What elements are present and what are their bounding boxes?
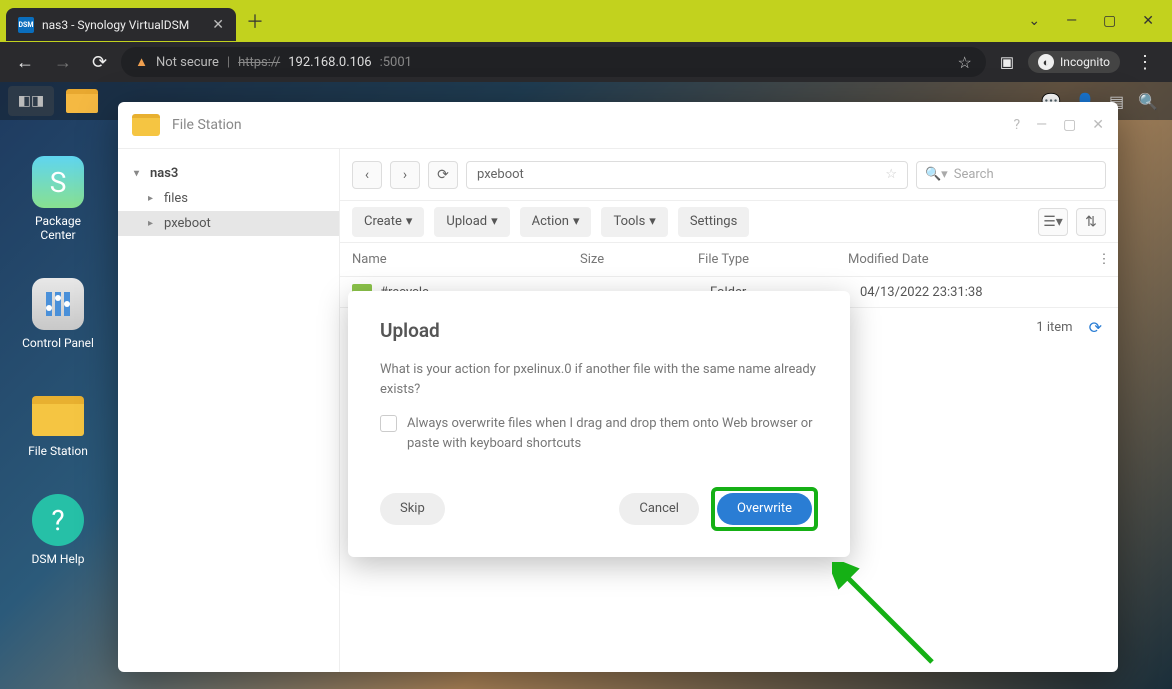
path-star-icon[interactable]: ☆	[885, 167, 897, 182]
new-tab-button[interactable]: ＋	[246, 8, 264, 34]
view-sort-icon[interactable]: ⇅	[1076, 208, 1106, 236]
path-text: pxeboot	[477, 167, 524, 182]
url-port: :5001	[380, 55, 412, 70]
dock-dsm-help[interactable]: ? DSM Help	[18, 494, 98, 566]
dock-label: Control Panel	[22, 336, 94, 350]
col-type[interactable]: File Type	[698, 252, 848, 267]
nav-reload-icon[interactable]: ⟳	[86, 52, 113, 73]
url-host: 192.168.0.106	[288, 55, 371, 70]
window-app-icon	[132, 114, 160, 136]
tab-title: nas3 - Synology VirtualDSM	[42, 18, 189, 32]
tree-root[interactable]: ▾nas3	[118, 161, 339, 186]
skip-button[interactable]: Skip	[380, 493, 445, 525]
cell-date: 04/13/2022 23:31:38	[860, 285, 1118, 300]
overwrite-button[interactable]: Overwrite	[717, 493, 812, 525]
dsm-taskbar-filestation-icon[interactable]	[66, 89, 98, 113]
tab-favicon: DSM	[18, 17, 34, 33]
dock-package-center[interactable]: S Package Center	[18, 156, 98, 242]
column-headers: Name Size File Type Modified Date ⋮	[340, 243, 1118, 277]
nav-forward-button[interactable]: ›	[390, 161, 420, 189]
dock-control-panel[interactable]: Control Panel	[18, 278, 98, 350]
address-bar[interactable]: ▲ Not secure | https:// 192.168.0.106 :5…	[121, 47, 986, 77]
window-maximize-icon[interactable]: ▢	[1103, 13, 1116, 29]
browser-menu-icon[interactable]: ⋮	[1128, 52, 1162, 73]
nav-back-button[interactable]: ‹	[352, 161, 382, 189]
cancel-button[interactable]: Cancel	[619, 493, 699, 525]
footer-reload-icon[interactable]: ⟳	[1089, 318, 1102, 337]
window-minimize-icon[interactable]: —	[1066, 13, 1077, 29]
package-center-icon: S	[32, 156, 84, 208]
tools-button[interactable]: Tools▾	[601, 207, 667, 237]
tab-close-icon[interactable]: ✕	[212, 17, 224, 33]
panel-icon[interactable]: ▣	[994, 53, 1020, 71]
file-station-icon	[32, 386, 84, 438]
upload-dialog: Upload What is your action for pxelinux.…	[348, 291, 850, 557]
tree-item-pxeboot[interactable]: ▸pxeboot	[118, 211, 339, 236]
folder-tree: ▾nas3 ▸files ▸pxeboot	[118, 149, 340, 672]
file-station-window: File Station ? — ▢ ✕ ▾nas3 ▸files ▸pxebo…	[118, 102, 1118, 672]
incognito-icon: ◐	[1038, 54, 1054, 70]
dialog-message: What is your action for pxelinux.0 if an…	[380, 360, 818, 400]
dsm-apps-icon[interactable]: ◧◨	[8, 86, 54, 116]
settings-button[interactable]: Settings	[678, 207, 749, 237]
tray-search-icon[interactable]: 🔍	[1138, 92, 1158, 111]
incognito-badge[interactable]: ◐ Incognito	[1028, 51, 1120, 73]
warning-icon: ▲	[135, 54, 148, 70]
nav-forward-icon: →	[48, 52, 78, 73]
path-field[interactable]: pxeboot ☆	[466, 161, 908, 189]
tree-item-files[interactable]: ▸files	[118, 186, 339, 211]
col-date[interactable]: Modified Date	[848, 252, 1090, 267]
upload-button[interactable]: Upload▾	[434, 207, 509, 237]
window-maximize-icon[interactable]: ▢	[1063, 117, 1076, 133]
search-placeholder: Search	[954, 167, 994, 182]
window-close-icon[interactable]: ✕	[1092, 117, 1104, 133]
search-icon: 🔍▾	[925, 167, 948, 182]
url-scheme: https://	[238, 55, 280, 70]
window-minimize-icon[interactable]: —	[1036, 117, 1047, 133]
dialog-title: Upload	[380, 319, 818, 342]
incognito-label: Incognito	[1060, 55, 1110, 69]
col-name[interactable]: Name	[340, 252, 580, 267]
item-count: 1 item	[1036, 320, 1072, 335]
window-title: File Station	[172, 117, 242, 133]
col-options-icon[interactable]: ⋮	[1090, 252, 1118, 267]
control-panel-icon	[32, 278, 84, 330]
dock-label: File Station	[28, 444, 88, 458]
refresh-button[interactable]: ⟳	[428, 161, 458, 189]
action-button[interactable]: Action▾	[520, 207, 592, 237]
help-icon: ?	[32, 494, 84, 546]
nav-back-icon[interactable]: ←	[10, 52, 40, 73]
create-button[interactable]: Create▾	[352, 207, 424, 237]
dock-file-station[interactable]: File Station	[18, 386, 98, 458]
dock-label: DSM Help	[31, 552, 84, 566]
checkbox-label: Always overwrite files when I drag and d…	[407, 414, 818, 454]
chevron-down-icon[interactable]: ⌄	[1028, 13, 1040, 29]
browser-tab[interactable]: DSM nas3 - Synology VirtualDSM ✕	[6, 8, 236, 41]
window-help-icon[interactable]: ?	[1013, 117, 1020, 133]
dock-label: Package Center	[18, 214, 98, 242]
annotation-highlight: Overwrite	[711, 487, 818, 531]
always-overwrite-checkbox[interactable]	[380, 415, 397, 432]
window-close-icon[interactable]: ✕	[1142, 13, 1154, 29]
col-size[interactable]: Size	[580, 252, 698, 267]
search-input[interactable]: 🔍▾ Search	[916, 161, 1106, 189]
bookmark-star-icon[interactable]: ☆	[958, 53, 972, 72]
view-list-icon[interactable]: ☰▾	[1038, 208, 1068, 236]
not-secure-label: Not secure	[156, 55, 219, 70]
